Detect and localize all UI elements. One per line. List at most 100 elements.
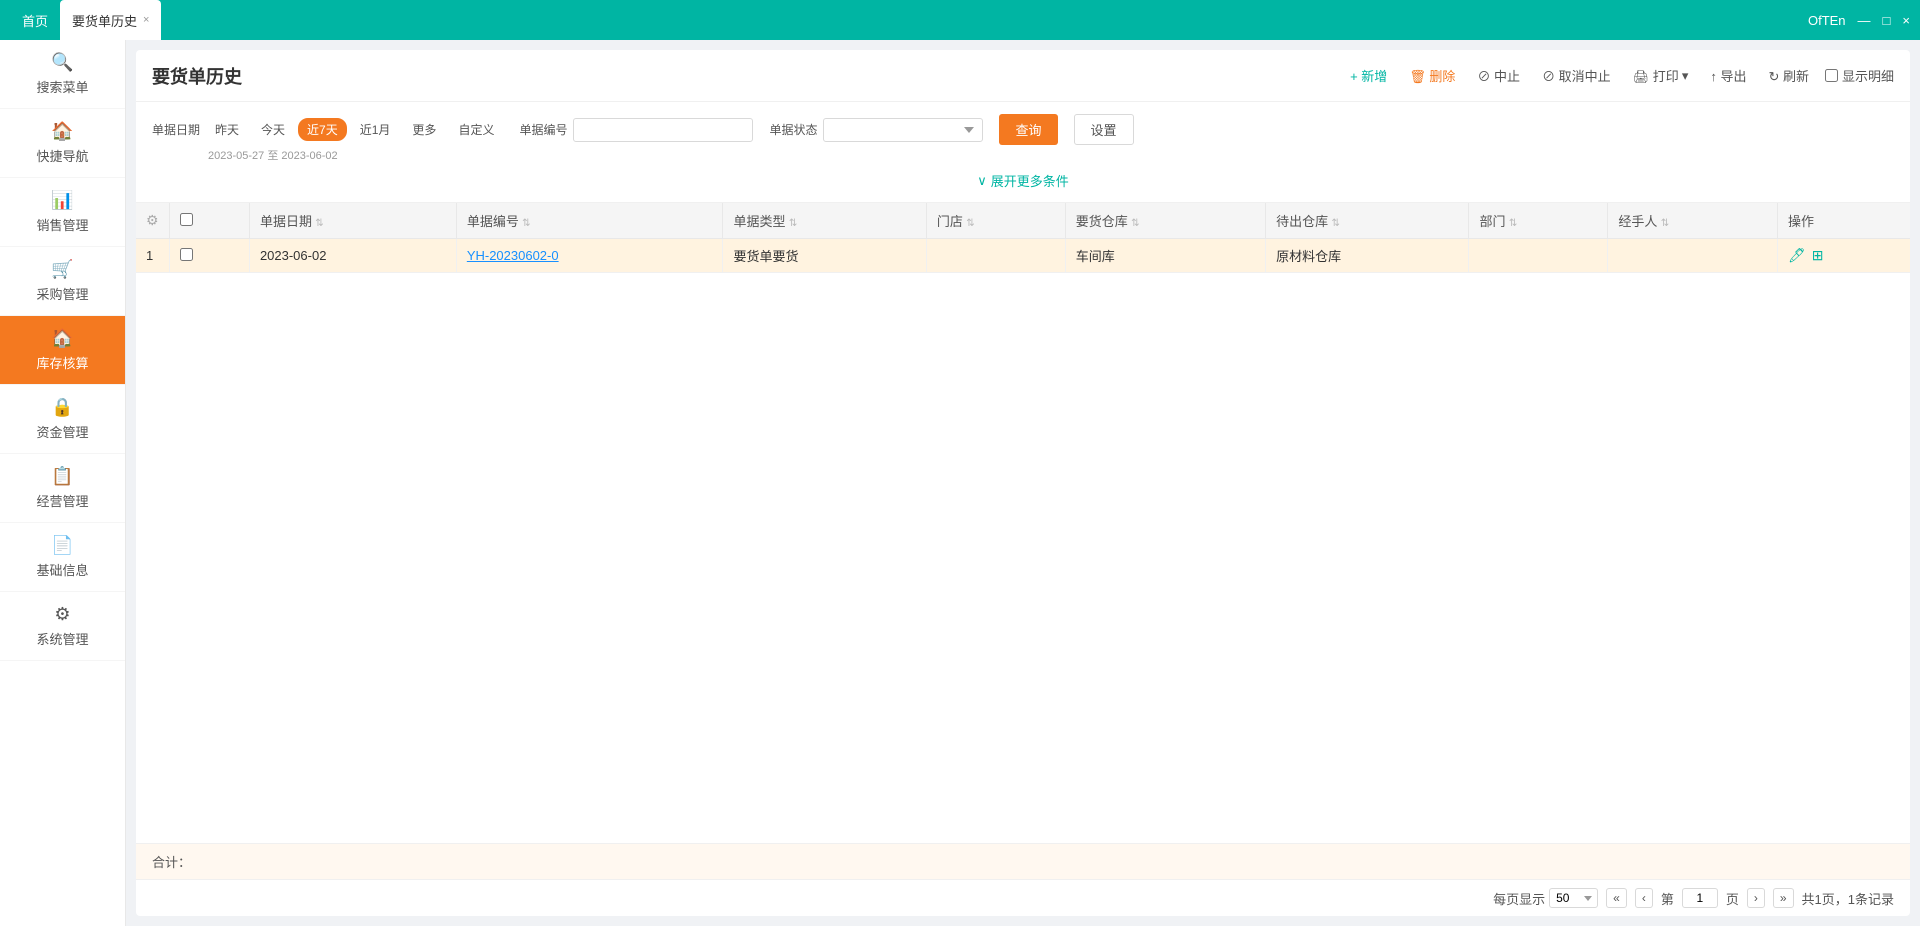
col-date-label: 单据日期 (260, 214, 312, 229)
col-doc-type-sort-icon: ⇅ (789, 218, 797, 229)
data-table: ⚙ 单据日期 ⇅ 单据编号 ⇅ (136, 203, 1910, 273)
sidebar-item-ops-mgmt[interactable]: 📋 经营管理 (0, 454, 125, 523)
col-req-warehouse-sort-icon: ⇅ (1131, 218, 1139, 229)
col-store[interactable]: 门店 ⇅ (926, 203, 1065, 239)
sys-mgmt-icon: ⚙ (54, 604, 70, 625)
sidebar-item-quick-nav[interactable]: 🏠 快捷导航 (0, 109, 125, 178)
toolbar: + 新增 🗑 删除 ⊘ 中止 ⊘ 取消中止 🖨 打印 ▾ (1344, 62, 1894, 89)
select-all-checkbox[interactable] (180, 213, 193, 226)
stop-button[interactable]: ⊘ 中止 (1471, 62, 1526, 89)
date-btn-yesterday[interactable]: 昨天 (206, 118, 248, 141)
page-input[interactable] (1682, 888, 1718, 908)
tab-doc-history[interactable]: 要货单历史 × (60, 0, 161, 40)
col-req-warehouse[interactable]: 要货仓库 ⇅ (1065, 203, 1265, 239)
refresh-button[interactable]: ↻ 刷新 (1762, 62, 1815, 89)
content-area: 要货单历史 + 新增 🗑 删除 ⊘ 中止 ⊘ 取消中止 🖨 (126, 40, 1920, 926)
row-checkbox[interactable] (180, 248, 193, 261)
cell-doc-no[interactable]: YH-20230602-0 (456, 239, 723, 273)
status-label: 单据状态 (769, 121, 817, 138)
tab-doc-history-label: 要货单历史 (72, 11, 137, 30)
date-btn-7days[interactable]: 近7天 (298, 118, 347, 141)
first-page-button[interactable]: « (1606, 888, 1627, 908)
window-minimize-icon[interactable]: — (1858, 13, 1871, 28)
refresh-button-label: ↻ 刷新 (1768, 66, 1809, 85)
search-menu-icon: 🔍 (51, 52, 73, 73)
col-handler[interactable]: 经手人 ⇅ (1608, 203, 1778, 239)
show-detail-checkbox-label[interactable]: 显示明细 (1825, 66, 1894, 85)
col-out-warehouse[interactable]: 待出仓库 ⇅ (1266, 203, 1469, 239)
new-button[interactable]: + 新增 (1344, 62, 1393, 89)
query-button[interactable]: 查询 (999, 114, 1057, 145)
sidebar-item-sales-mgmt[interactable]: 📊 销售管理 (0, 178, 125, 247)
date-filter-label: 单据日期 (152, 121, 200, 138)
date-btn-custom[interactable]: 自定义 (449, 118, 503, 141)
cell-checkbox[interactable] (169, 239, 249, 273)
next-page-button[interactable]: › (1747, 888, 1765, 908)
col-checkbox[interactable] (169, 203, 249, 239)
cell-req-warehouse: 车间库 (1065, 239, 1265, 273)
sidebar-item-search-menu[interactable]: 🔍 搜索菜单 (0, 40, 125, 109)
pagination-bar: 每页显示 10 20 50 100 « ‹ 第 页 › » 共1页，1条记录 (136, 879, 1910, 916)
window-close-icon[interactable]: × (1902, 13, 1910, 28)
last-page-button[interactable]: » (1773, 888, 1794, 908)
col-date-sort-icon: ⇅ (315, 218, 323, 229)
delete-button[interactable]: 🗑 删除 (1403, 62, 1461, 89)
settings-button[interactable]: 设置 (1074, 114, 1134, 145)
delete-row-icon[interactable]: ⊞ (1812, 247, 1824, 264)
print-dropdown-icon[interactable]: ▾ (1682, 68, 1689, 84)
tab-close-icon[interactable]: × (143, 14, 149, 26)
sidebar-item-sys-mgmt[interactable]: ⚙ 系统管理 (0, 592, 125, 661)
tab-home[interactable]: 首页 (10, 0, 60, 40)
quick-nav-icon: 🏠 (51, 121, 73, 142)
col-handler-label: 经手人 (1618, 214, 1657, 229)
sidebar-item-inventory-label: 库存核算 (36, 353, 88, 372)
cell-action: 🖊 ⊞ (1777, 239, 1910, 273)
inventory-icon: 🏠 (51, 328, 73, 349)
expand-more-label: 展开更多条件 (991, 171, 1069, 190)
col-dept[interactable]: 部门 ⇅ (1469, 203, 1608, 239)
export-button-label: ↑ 导出 (1710, 66, 1746, 85)
prev-page-button[interactable]: ‹ (1635, 888, 1653, 908)
filter-row: 单据日期 昨天 今天 近7天 近1月 更多 自定义 单据编号 (152, 114, 1894, 145)
col-store-label: 门店 (937, 214, 963, 229)
col-handler-sort-icon: ⇅ (1661, 218, 1669, 229)
cell-dept (1469, 239, 1608, 273)
sidebar-item-basic-info[interactable]: 📄 基础信息 (0, 523, 125, 592)
date-btn-1month[interactable]: 近1月 (351, 118, 400, 141)
per-page-select[interactable]: 10 20 50 100 (1549, 888, 1598, 908)
status-select[interactable] (823, 118, 983, 142)
basic-info-icon: 📄 (51, 535, 73, 556)
show-detail-checkbox[interactable] (1825, 69, 1838, 82)
date-btn-today[interactable]: 今天 (252, 118, 294, 141)
filter-date: 单据日期 昨天 今天 近7天 近1月 更多 自定义 (152, 118, 503, 141)
date-range-text: 2023-05-27 至 2023-06-02 (208, 147, 1894, 163)
row-doc-no-link[interactable]: YH-20230602-0 (467, 248, 559, 263)
export-button[interactable]: ↑ 导出 (1704, 62, 1752, 89)
cancel-stop-button[interactable]: ⊘ 取消中止 (1536, 62, 1617, 89)
stop-button-label: ⊘ 中止 (1477, 66, 1520, 85)
col-doc-no[interactable]: 单据编号 ⇅ (456, 203, 723, 239)
col-doc-type[interactable]: 单据类型 ⇅ (723, 203, 926, 239)
filter-doc-no: 单据编号 (519, 118, 753, 142)
edit-icon[interactable]: 🖊 (1788, 247, 1806, 264)
expand-more-btn[interactable]: ∨ 展开更多条件 (152, 171, 1894, 190)
col-settings-icon[interactable]: ⚙ (146, 212, 159, 228)
show-detail-label: 显示明细 (1842, 66, 1894, 85)
cell-out-warehouse: 原材料仓库 (1266, 239, 1469, 273)
sidebar-item-purchase-mgmt[interactable]: 🛒 采购管理 (0, 247, 125, 316)
col-settings[interactable]: ⚙ (136, 203, 169, 239)
doc-no-input[interactable] (573, 118, 753, 142)
sidebar: 🔍 搜索菜单 🏠 快捷导航 📊 销售管理 🛒 采购管理 🏠 库存核算 🔒 资金管… (0, 40, 126, 926)
sidebar-item-inventory[interactable]: 🏠 库存核算 (0, 316, 125, 385)
sidebar-item-finance-mgmt-label: 资金管理 (36, 422, 88, 441)
page-header: 要货单历史 + 新增 🗑 删除 ⊘ 中止 ⊘ 取消中止 🖨 (136, 50, 1910, 102)
date-btn-more[interactable]: 更多 (403, 118, 445, 141)
col-date[interactable]: 单据日期 ⇅ (249, 203, 456, 239)
window-maximize-icon[interactable]: □ (1883, 13, 1891, 28)
col-doc-type-label: 单据类型 (733, 214, 785, 229)
col-action-label: 操作 (1788, 214, 1814, 229)
sidebar-item-finance-mgmt[interactable]: 🔒 资金管理 (0, 385, 125, 454)
total-info: 共1页，1条记录 (1802, 889, 1894, 908)
table-body: 1 2023-06-02 YH-20230602-0 (136, 239, 1910, 273)
print-button[interactable]: 🖨 打印 ▾ (1627, 62, 1695, 89)
